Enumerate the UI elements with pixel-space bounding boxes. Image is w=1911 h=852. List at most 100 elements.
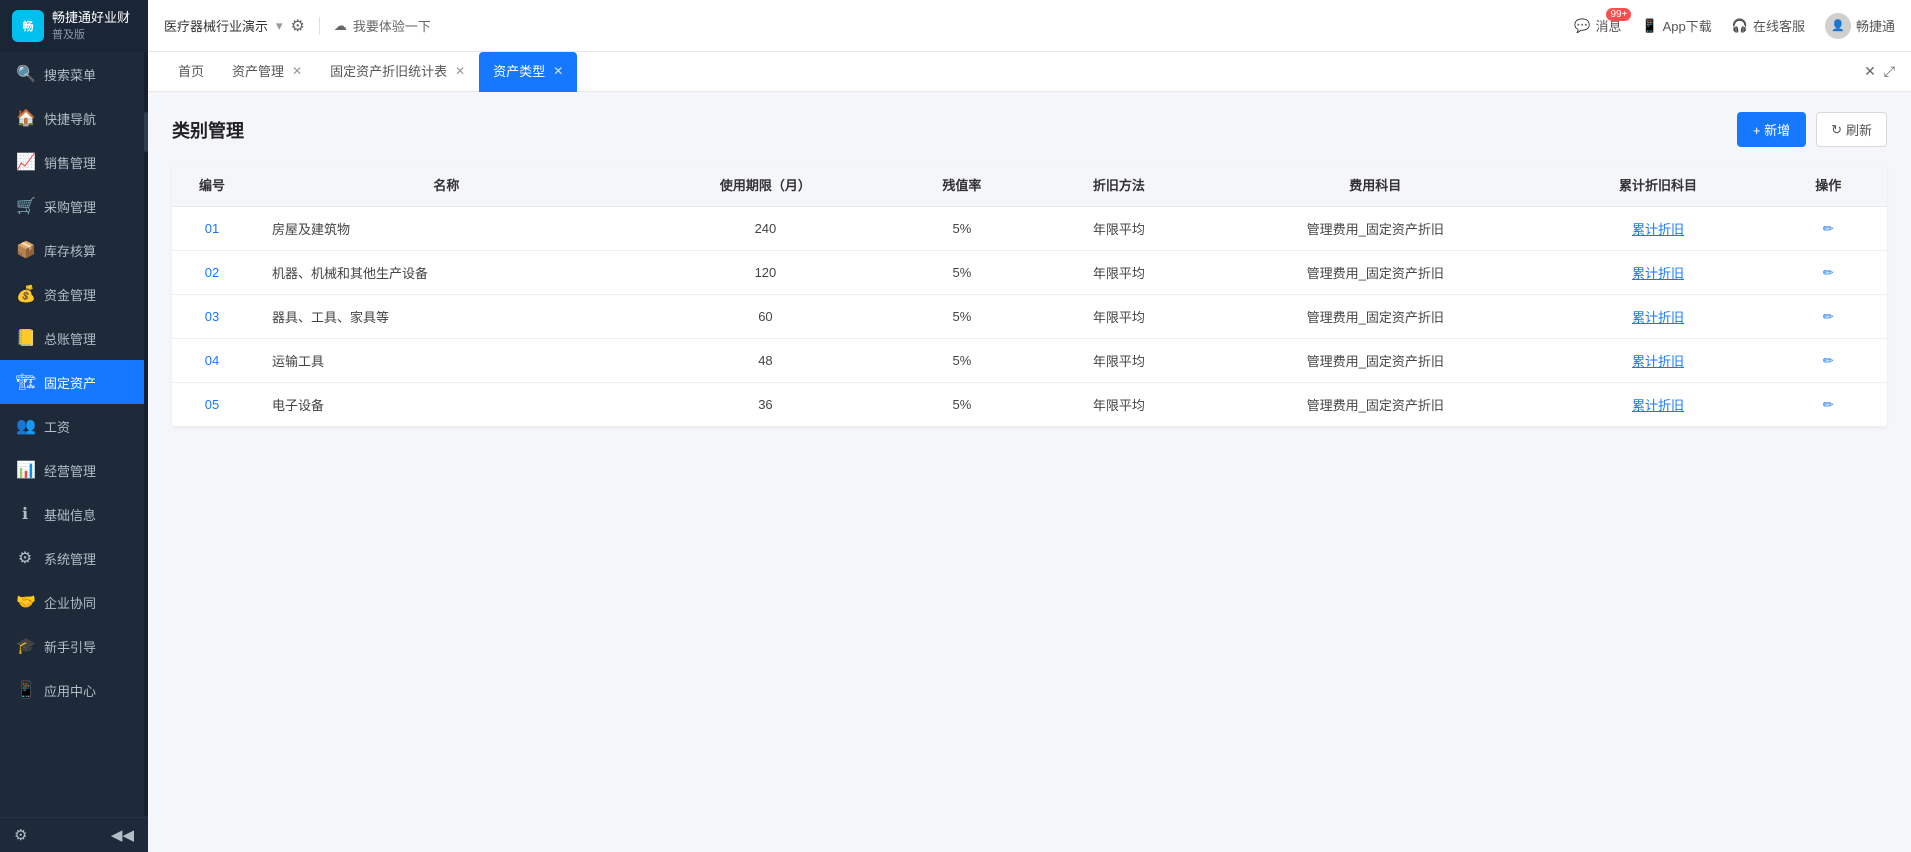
user-btn[interactable]: 👤 畅捷通 <box>1825 13 1895 39</box>
content-area: 类别管理 + 新增 ↻ 刷新 编号 名称 使用期限（月） 残值率 折旧方法 <box>148 92 1911 852</box>
cell-method: 年限平均 <box>1034 207 1204 251</box>
sidebar-item-label: 系统管理 <box>44 549 96 568</box>
sidebar-item-label: 总账管理 <box>44 329 96 348</box>
online-service-btn[interactable]: 🎧 在线客服 <box>1732 16 1805 35</box>
col-accum: 累计折旧科目 <box>1547 163 1770 207</box>
sidebar-item-ledger[interactable]: 📒 总账管理 <box>0 316 148 360</box>
cell-period: 36 <box>641 383 890 427</box>
cell-residual: 5% <box>890 295 1034 339</box>
logo-icon: 畅 <box>12 10 44 42</box>
guide-icon: 🎓 <box>16 636 34 656</box>
cell-id: 05 <box>172 383 252 427</box>
settings-icon[interactable]: ⚙ <box>14 826 27 844</box>
cell-method: 年限平均 <box>1034 383 1204 427</box>
sidebar-item-purchase[interactable]: 🛒 采购管理 <box>0 184 148 228</box>
service-label: 在线客服 <box>1753 16 1805 35</box>
sidebar-item-label: 经营管理 <box>44 461 96 480</box>
company-name: 医疗器械行业演示 <box>164 16 268 35</box>
company-dropdown-icon[interactable]: ▾ <box>276 18 283 34</box>
app-center-icon: 📱 <box>16 680 34 700</box>
sidebar-item-app-center[interactable]: 📱 应用中心 <box>0 668 148 712</box>
edit-btn[interactable]: ✏ <box>1769 295 1887 339</box>
cell-id: 01 <box>172 207 252 251</box>
sidebar-item-label: 快捷导航 <box>44 109 96 128</box>
col-name: 名称 <box>252 163 641 207</box>
sidebar-item-label: 企业协同 <box>44 593 96 612</box>
sidebar-item-quick-nav[interactable]: 🏠 快捷导航 <box>0 96 148 140</box>
window-controls: ✕ ⤢ <box>1864 63 1895 80</box>
topbar-right: 💬 消息 99+ 📱 App下载 🎧 在线客服 👤 畅捷通 <box>1574 13 1895 39</box>
logo-name: 畅捷通好业财 <box>52 10 130 27</box>
cell-expense: 管理费用_固定资产折旧 <box>1204 251 1547 295</box>
col-method: 折旧方法 <box>1034 163 1204 207</box>
tab-asset-type[interactable]: 资产类型 ✕ <box>479 52 577 92</box>
sidebar-scrollbar <box>144 52 148 816</box>
refresh-btn[interactable]: ↻ 刷新 <box>1816 112 1887 147</box>
sidebar-item-cooperation[interactable]: 🤝 企业协同 <box>0 580 148 624</box>
cell-name: 电子设备 <box>252 383 641 427</box>
experience-text: 我要体验一下 <box>353 16 431 35</box>
experience-btn[interactable]: ☁ 我要体验一下 <box>334 16 431 35</box>
cell-accum: 累计折旧 <box>1547 383 1770 427</box>
sidebar: 畅 畅捷通好业财 普及版 🔍 搜索菜单 🏠 快捷导航 📈 销售管理 🛒 采购管理… <box>0 0 148 852</box>
table-row: 05 电子设备 36 5% 年限平均 管理费用_固定资产折旧 累计折旧 ✏ <box>172 383 1887 427</box>
sidebar-item-base-info[interactable]: ℹ 基础信息 <box>0 492 148 536</box>
edit-btn[interactable]: ✏ <box>1769 251 1887 295</box>
edit-btn[interactable]: ✏ <box>1769 383 1887 427</box>
sidebar-item-operations[interactable]: 📊 经营管理 <box>0 448 148 492</box>
edit-btn[interactable]: ✏ <box>1769 207 1887 251</box>
user-label: 畅捷通 <box>1856 16 1895 35</box>
cell-expense: 管理费用_固定资产折旧 <box>1204 339 1547 383</box>
message-btn[interactable]: 💬 消息 99+ <box>1574 16 1621 35</box>
cell-method: 年限平均 <box>1034 339 1204 383</box>
purchase-icon: 🛒 <box>16 196 34 216</box>
tab-asset-mgmt-label: 资产管理 <box>232 61 284 80</box>
new-btn[interactable]: + 新增 <box>1737 112 1806 147</box>
sidebar-item-guide[interactable]: 🎓 新手引导 <box>0 624 148 668</box>
cell-id: 03 <box>172 295 252 339</box>
message-badge: 99+ <box>1606 8 1631 21</box>
col-expense: 费用科目 <box>1204 163 1547 207</box>
collapse-icon[interactable]: ◀◀ <box>111 826 134 844</box>
tab-home[interactable]: 首页 <box>164 52 218 92</box>
sidebar-item-search[interactable]: 🔍 搜索菜单 <box>0 52 148 96</box>
tab-asset-mgmt-close[interactable]: ✕ <box>292 64 302 78</box>
home-icon: 🏠 <box>16 108 34 128</box>
data-table: 编号 名称 使用期限（月） 残值率 折旧方法 费用科目 累计折旧科目 操作 01… <box>172 163 1887 427</box>
topbar-left: 医疗器械行业演示 ▾ ⚙ ☁ 我要体验一下 <box>164 16 1564 36</box>
cell-residual: 5% <box>890 251 1034 295</box>
service-icon: 🎧 <box>1732 18 1748 34</box>
table-row: 04 运输工具 48 5% 年限平均 管理费用_固定资产折旧 累计折旧 ✏ <box>172 339 1887 383</box>
cell-name: 房屋及建筑物 <box>252 207 641 251</box>
app-download-label: App下载 <box>1663 16 1712 35</box>
topbar: 医疗器械行业演示 ▾ ⚙ ☁ 我要体验一下 💬 消息 99+ 📱 App下载 🎧… <box>148 0 1911 52</box>
sidebar-item-system[interactable]: ⚙ 系统管理 <box>0 536 148 580</box>
sidebar-item-label: 搜索菜单 <box>44 65 96 84</box>
tab-fixed-asset-table-close[interactable]: ✕ <box>455 64 465 78</box>
sidebar-item-label: 基础信息 <box>44 505 96 524</box>
cell-expense: 管理费用_固定资产折旧 <box>1204 295 1547 339</box>
edit-btn[interactable]: ✏ <box>1769 339 1887 383</box>
cell-period: 240 <box>641 207 890 251</box>
sidebar-item-payroll[interactable]: 👥 工资 <box>0 404 148 448</box>
tab-fixed-asset-table[interactable]: 固定资产折旧统计表 ✕ <box>316 52 479 92</box>
sidebar-item-sales[interactable]: 📈 销售管理 <box>0 140 148 184</box>
table-header-row: 编号 名称 使用期限（月） 残值率 折旧方法 费用科目 累计折旧科目 操作 <box>172 163 1887 207</box>
tab-asset-type-close[interactable]: ✕ <box>553 64 563 78</box>
table-row: 02 机器、机械和其他生产设备 120 5% 年限平均 管理费用_固定资产折旧 … <box>172 251 1887 295</box>
sidebar-scrollbar-thumb <box>144 112 148 152</box>
sidebar-item-label: 销售管理 <box>44 153 96 172</box>
page-header: 类别管理 + 新增 ↻ 刷新 <box>172 112 1887 147</box>
avatar: 👤 <box>1825 13 1851 39</box>
sidebar-item-fixed-asset[interactable]: 🏗 固定资产 <box>0 360 148 404</box>
close-window-btn[interactable]: ✕ <box>1864 63 1876 80</box>
topbar-settings-icon[interactable]: ⚙ <box>291 16 305 36</box>
sidebar-item-label: 应用中心 <box>44 681 96 700</box>
sidebar-item-inventory[interactable]: 📦 库存核算 <box>0 228 148 272</box>
sidebar-item-label: 工资 <box>44 417 70 436</box>
sidebar-item-fund[interactable]: 💰 资金管理 <box>0 272 148 316</box>
tab-asset-mgmt[interactable]: 资产管理 ✕ <box>218 52 316 92</box>
logo-edition: 普及版 <box>52 26 130 42</box>
app-download-btn[interactable]: 📱 App下载 <box>1641 16 1711 35</box>
maximize-window-btn[interactable]: ⤢ <box>1884 63 1895 80</box>
